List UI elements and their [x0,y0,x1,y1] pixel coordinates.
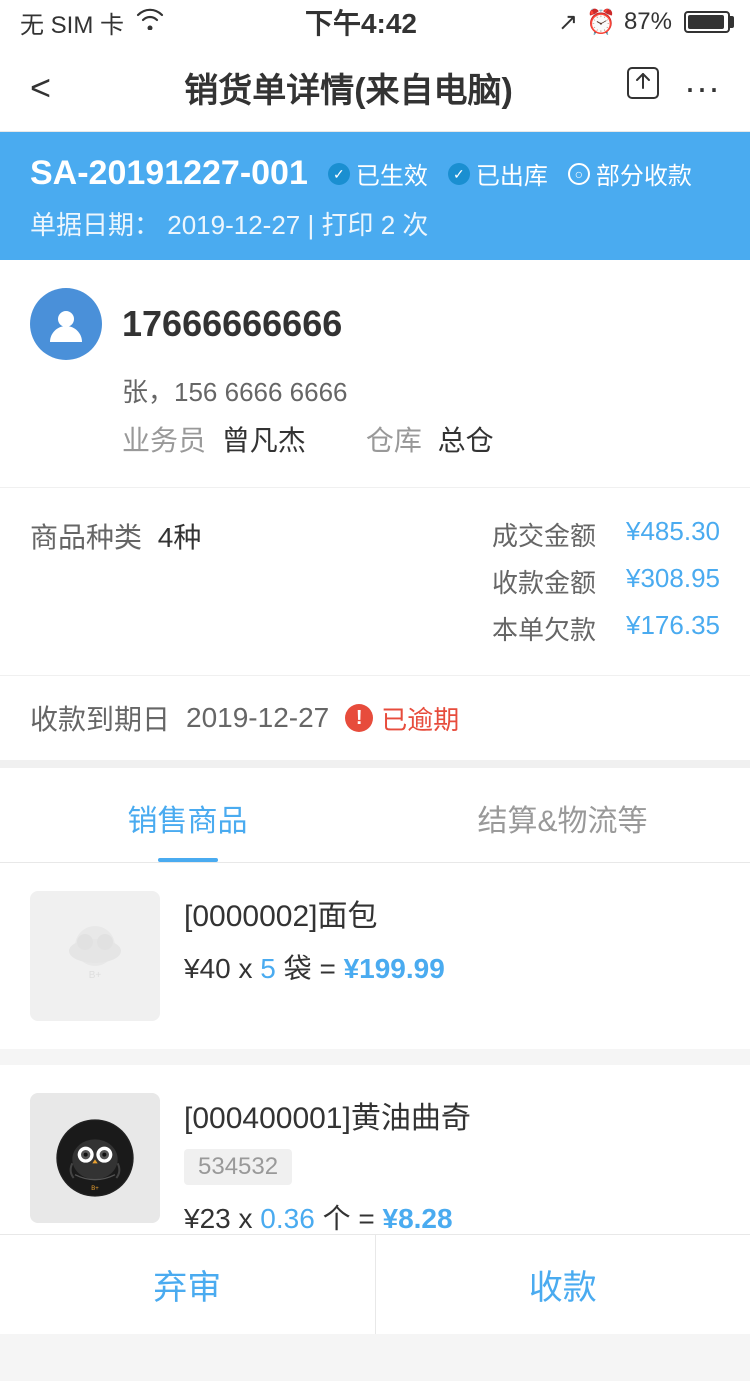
page-title: 销货单详情(来自电脑) [71,63,626,112]
date-label: 单据日期： [30,210,160,240]
location-icon: ↗ [558,8,578,37]
print-separator: | 打印 [307,210,373,240]
nav-bar: < 销货单详情(来自电脑) ··· [0,44,750,132]
product-list: B+ [0000002]面包 ¥40 x 5 袋 = ¥199.99 [0,863,750,1265]
amount-summary: 成交金额 ¥485.30 收款金额 ¥308.95 本单欠款 ¥176.35 [492,516,720,647]
price-2: ¥23 [184,1203,231,1234]
received-value: ¥308.95 [626,563,720,600]
alarm-icon: ⏰ [586,8,616,37]
print-count: 2 [381,210,395,240]
check-icon: ✓ [328,163,350,185]
total-1: ¥199.99 [344,953,445,984]
product-name-2: [000400001]黄油曲奇 [184,1093,720,1137]
unit-2: 个 [323,1203,351,1234]
svg-text:B+: B+ [91,1186,99,1192]
warehouse-label: 仓库 [366,425,422,456]
due-date-value: 2019-12-27 [186,702,329,734]
customer-name-row: 17666666666 [30,288,720,360]
overdue-text: 已逾期 [381,700,459,737]
wifi-icon [136,8,164,37]
header-banner: SA-20191227-001 ✓ 已生效 ✓ 已出库 ○ 部分收款 单据日期：… [0,132,750,260]
status-bar: 无 SIM 卡 下午4:42 ↗ ⏰ 87% [0,0,750,44]
more-button[interactable]: ··· [684,67,720,109]
salesperson-label: 业务员 [122,425,206,456]
order-date: 2019-12-27 [167,210,300,240]
nav-actions: ··· [626,66,720,109]
product-thumb-1: B+ [30,891,160,1021]
overdue-icon: ! [345,704,373,732]
badge-effective: ✓ 已生效 [328,156,428,191]
badge-shipped: ✓ 已出库 [448,156,548,191]
product-price-2: ¥23 x 0.36 个 = ¥8.28 [184,1197,720,1237]
owed-row: 本单欠款 ¥176.35 [492,610,720,647]
order-id-row: SA-20191227-001 ✓ 已生效 ✓ 已出库 ○ 部分收款 [30,154,720,193]
svg-text:B+: B+ [89,970,102,981]
confirm-button[interactable]: 收款 [376,1235,750,1334]
tab-products[interactable]: 销售商品 [0,768,375,862]
customer-meta: 业务员 曾凡杰 仓库 总仓 [30,419,720,459]
received-row: 收款金额 ¥308.95 [492,563,720,600]
avatar [30,288,102,360]
bottom-bar: 弃审 收款 [0,1234,750,1334]
customer-phone: 张，156 6666 6666 [30,372,720,409]
category-label: 商品种类 [30,522,142,553]
clock-icon: ○ [568,163,590,185]
product-category: 商品种类 4种 [30,516,201,556]
category-value: 4种 [158,522,202,553]
status-left: 无 SIM 卡 [20,5,164,40]
owed-value: ¥176.35 [626,610,720,647]
qty-1: 5 [260,953,276,984]
due-date-section: 收款到期日 2019-12-27 ! 已逾期 [0,676,750,768]
battery-text: 87% [624,8,672,36]
back-button[interactable]: < [30,67,71,109]
order-id: SA-20191227-001 [30,154,308,193]
tab-settlement[interactable]: 结算&物流等 [375,768,750,862]
received-label: 收款金额 [492,563,596,600]
carrier-text: 无 SIM 卡 [20,5,124,40]
banner-date-row: 单据日期： 2019-12-27 | 打印 2 次 [30,205,720,242]
product-item: B+ [0000002]面包 ¥40 x 5 袋 = ¥199.99 [0,863,750,1049]
time-display: 下午4:42 [305,2,417,42]
product-name-1: [0000002]面包 [184,891,720,935]
customer-section: 17666666666 张，156 6666 6666 业务员 曾凡杰 仓库 总… [0,260,750,488]
product-info-1: [0000002]面包 ¥40 x 5 袋 = ¥199.99 [184,891,720,987]
salesperson: 业务员 曾凡杰 [122,419,306,459]
owed-label: 本单欠款 [492,610,596,647]
badge-partial: ○ 部分收款 [568,156,692,191]
product-sku-2: 534532 [184,1149,292,1185]
share-button[interactable] [626,66,660,109]
deal-amount-label: 成交金额 [492,516,596,553]
tab-bar: 销售商品 结算&物流等 [0,768,750,863]
warehouse: 仓库 总仓 [366,419,494,459]
qty-2: 0.36 [260,1203,315,1234]
product-info-2: [000400001]黄油曲奇 534532 ¥23 x 0.36 个 = ¥8… [184,1093,720,1237]
summary-section: 商品种类 4种 成交金额 ¥485.30 收款金额 ¥308.95 本单欠款 ¥… [0,488,750,676]
battery-bar [684,11,730,33]
customer-name: 17666666666 [122,303,342,345]
cancel-button[interactable]: 弃审 [0,1235,376,1334]
product-thumb-2: B+ [30,1093,160,1223]
deal-amount-row: 成交金额 ¥485.30 [492,516,720,553]
total-2: ¥8.28 [383,1203,453,1234]
due-date-label: 收款到期日 [30,698,170,738]
check-icon-2: ✓ [448,163,470,185]
warehouse-value: 总仓 [438,425,494,456]
print-suffix: 次 [402,210,428,240]
unit-1: 袋 [284,953,312,984]
overdue-badge: ! 已逾期 [345,700,459,737]
product-price-1: ¥40 x 5 袋 = ¥199.99 [184,947,720,987]
price-1: ¥40 [184,953,231,984]
deal-amount-value: ¥485.30 [626,516,720,553]
status-right: ↗ ⏰ 87% [558,8,730,37]
salesperson-value: 曾凡杰 [222,425,306,456]
